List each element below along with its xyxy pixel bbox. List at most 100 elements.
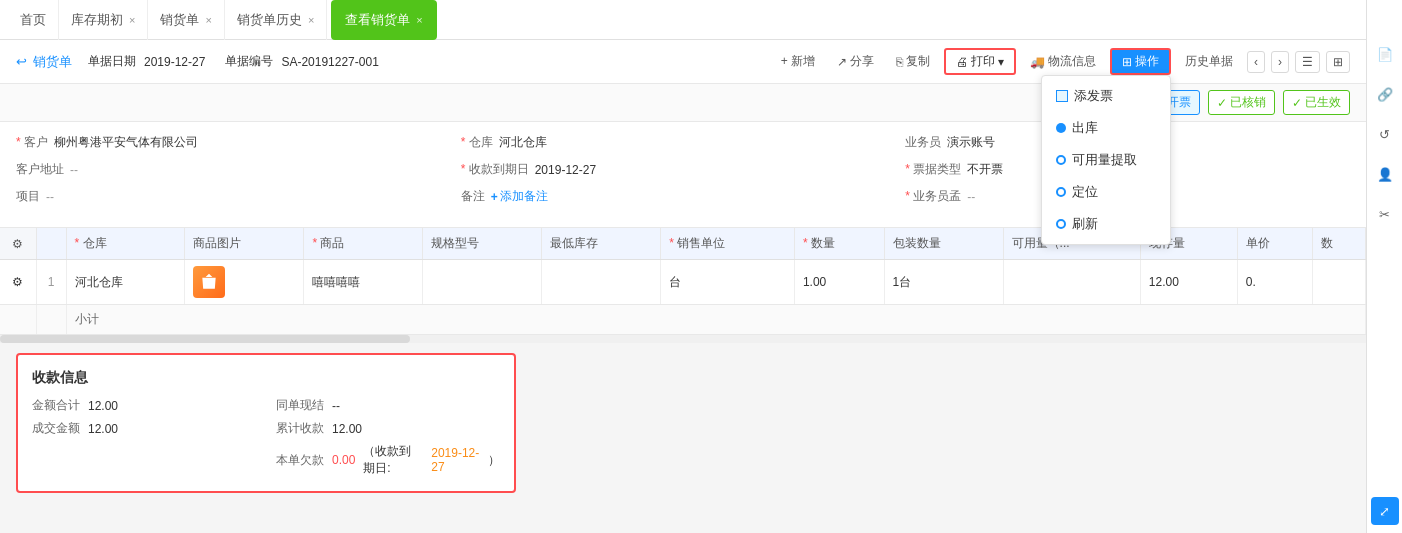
th-num — [36, 228, 66, 260]
notes-label: 备注 — [461, 188, 485, 205]
th-spec: 规格型号 — [423, 228, 542, 260]
ticket-type-label: 票据类型 — [905, 161, 961, 178]
th-unit-price: 单价 — [1237, 228, 1312, 260]
staff2-value: -- — [967, 190, 975, 204]
td-current-stock: 12.00 — [1140, 260, 1237, 305]
payment-cumulative-row: 累计收款 12.00 — [276, 420, 500, 437]
prev-button[interactable]: ‹ — [1247, 51, 1265, 73]
project-field: 项目 -- — [16, 188, 461, 205]
td-row-num: 1 — [36, 260, 66, 305]
th-sales-unit: * 销售单位 — [661, 228, 795, 260]
new-button[interactable]: + 新增 — [773, 49, 823, 74]
settlement-value: -- — [332, 399, 340, 413]
warehouse-label: 仓库 — [461, 134, 493, 151]
logistics-button[interactable]: 🚚 物流信息 — [1022, 49, 1104, 74]
arrears-date: 2019-12-27 — [431, 446, 480, 474]
tab-sales-history[interactable]: 销货单历史 × — [225, 0, 327, 40]
sidebar-cut-icon[interactable]: ✂ — [1371, 200, 1399, 228]
transaction-label: 成交金额 — [32, 420, 80, 437]
td-subtotal-num — [36, 305, 66, 335]
td-subtotal-label: 小计 — [66, 305, 1366, 335]
arrears-end: ） — [488, 452, 500, 469]
next-button[interactable]: › — [1271, 51, 1289, 73]
due-date-label: 收款到期日 — [461, 161, 529, 178]
sidebar-refresh-icon[interactable]: ↺ — [1371, 120, 1399, 148]
available-qty-icon — [1056, 155, 1066, 165]
td-row-settings[interactable]: ⚙ — [0, 260, 36, 305]
number-value: SA-20191227-001 — [281, 55, 378, 69]
detail-view-button[interactable]: ⊞ — [1326, 51, 1350, 73]
dropdown-outbound[interactable]: 出库 — [1042, 112, 1170, 144]
project-value: -- — [46, 190, 54, 204]
table-row: ⚙ 1 河北仓库 嘻嘻嘻嘻 台 1.00 1台 — [0, 260, 1366, 305]
project-label: 项目 — [16, 188, 40, 205]
scrollbar-thumb — [0, 335, 410, 343]
th-quantity: * 数量 — [794, 228, 884, 260]
sidebar-doc-icon[interactable]: 📄 — [1371, 40, 1399, 68]
number-label: 单据编号 — [225, 53, 273, 70]
print-button[interactable]: 🖨 打印 ▾ — [944, 48, 1016, 75]
tab-inventory[interactable]: 库存期初 × — [59, 0, 148, 40]
payment-total-row: 金额合计 12.00 — [32, 397, 256, 414]
table-scrollbar[interactable] — [0, 335, 1366, 343]
td-product-img — [185, 260, 304, 305]
tab-sales-history-close[interactable]: × — [308, 14, 314, 26]
check-icon: ✓ — [1217, 96, 1227, 110]
td-unit-price: 0. — [1237, 260, 1312, 305]
due-date-value: 2019-12-27 — [535, 163, 596, 177]
sidebar-expand-icon[interactable]: ⤢ — [1371, 497, 1399, 525]
tab-view-sales-close[interactable]: × — [416, 14, 422, 26]
list-view-button[interactable]: ☰ — [1295, 51, 1320, 73]
outbound-dot-icon — [1056, 123, 1066, 133]
history-button[interactable]: 历史单据 — [1177, 49, 1241, 74]
copy-button[interactable]: ⎘ 复制 — [888, 49, 938, 74]
sidebar-link-icon[interactable]: 🔗 — [1371, 80, 1399, 108]
doc-title-icon: ↩ — [16, 54, 27, 69]
cumulative-label: 累计收款 — [276, 420, 324, 437]
warehouse-value: 河北仓库 — [499, 134, 547, 151]
arrears-note: （收款到期日: — [363, 443, 423, 477]
payment-grid: 金额合计 12.00 同单现结 -- 成交金额 12.00 累计收款 12.00 — [32, 397, 500, 477]
arrears-label: 本单欠款 — [276, 452, 324, 469]
dropdown-add-invoice[interactable]: 添发票 — [1042, 80, 1170, 112]
cumulative-value: 12.00 — [332, 422, 362, 436]
product-table-container: ⚙ * 仓库 商品图片 * 商品 规格型号 最低库存 * 销售单位 * 数量 包… — [0, 228, 1366, 343]
tab-home[interactable]: 首页 — [8, 0, 59, 40]
operations-dropdown-menu: 添发票 出库 可用量提取 定位 — [1041, 75, 1171, 245]
sidebar-user-icon[interactable]: 👤 — [1371, 160, 1399, 188]
total-label: 金额合计 — [32, 397, 80, 414]
td-available — [1003, 260, 1140, 305]
sold-button[interactable]: ✓ 已生效 — [1283, 90, 1350, 115]
staff-label: 业务员 — [905, 134, 941, 151]
transaction-value: 12.00 — [88, 422, 118, 436]
logistics-icon: 🚚 — [1030, 55, 1045, 69]
doc-header-right: + 新增 ↗ 分享 ⎘ 复制 🖨 打印 ▾ 🚚 物流信息 — [773, 48, 1350, 75]
due-date-field: 收款到期日 2019-12-27 — [461, 161, 906, 178]
dropdown-available-qty[interactable]: 可用量提取 — [1042, 144, 1170, 176]
dropdown-refresh[interactable]: 刷新 — [1042, 208, 1170, 240]
add-notes-button[interactable]: 添加备注 — [491, 188, 548, 205]
customer-value: 柳州粤港平安气体有限公司 — [54, 134, 198, 151]
doc-header: ↩ 销货单 单据日期 2019-12-27 单据编号 SA-20191227-0… — [0, 40, 1366, 84]
tab-sales[interactable]: 销货单 × — [148, 0, 224, 40]
address-label: 客户地址 — [16, 161, 64, 178]
tab-sales-close[interactable]: × — [205, 14, 211, 26]
add-invoice-checkbox-icon — [1056, 90, 1068, 102]
th-settings: ⚙ — [0, 228, 36, 260]
td-pack-qty: 1台 — [884, 260, 1003, 305]
locate-icon — [1056, 187, 1066, 197]
operations-button[interactable]: ⊞ 操作 — [1110, 48, 1171, 75]
share-button[interactable]: ↗ 分享 — [829, 49, 882, 74]
th-pack-qty: 包装数量 — [884, 228, 1003, 260]
th-min-stock: 最低库存 — [542, 228, 661, 260]
print-icon: 🖨 — [956, 55, 968, 69]
tab-inventory-close[interactable]: × — [129, 14, 135, 26]
doc-title: ↩ 销货单 — [16, 53, 72, 71]
verified-button[interactable]: ✓ 已核销 — [1208, 90, 1275, 115]
tab-bar: 首页 库存期初 × 销货单 × 销货单历史 × 查看销货单 × × — [0, 0, 1402, 40]
tab-view-sales[interactable]: 查看销货单 × — [331, 0, 436, 40]
subtotal-row: 小计 — [0, 305, 1366, 335]
dropdown-locate[interactable]: 定位 — [1042, 176, 1170, 208]
product-image — [193, 266, 225, 298]
print-dropdown-arrow: ▾ — [998, 55, 1004, 69]
